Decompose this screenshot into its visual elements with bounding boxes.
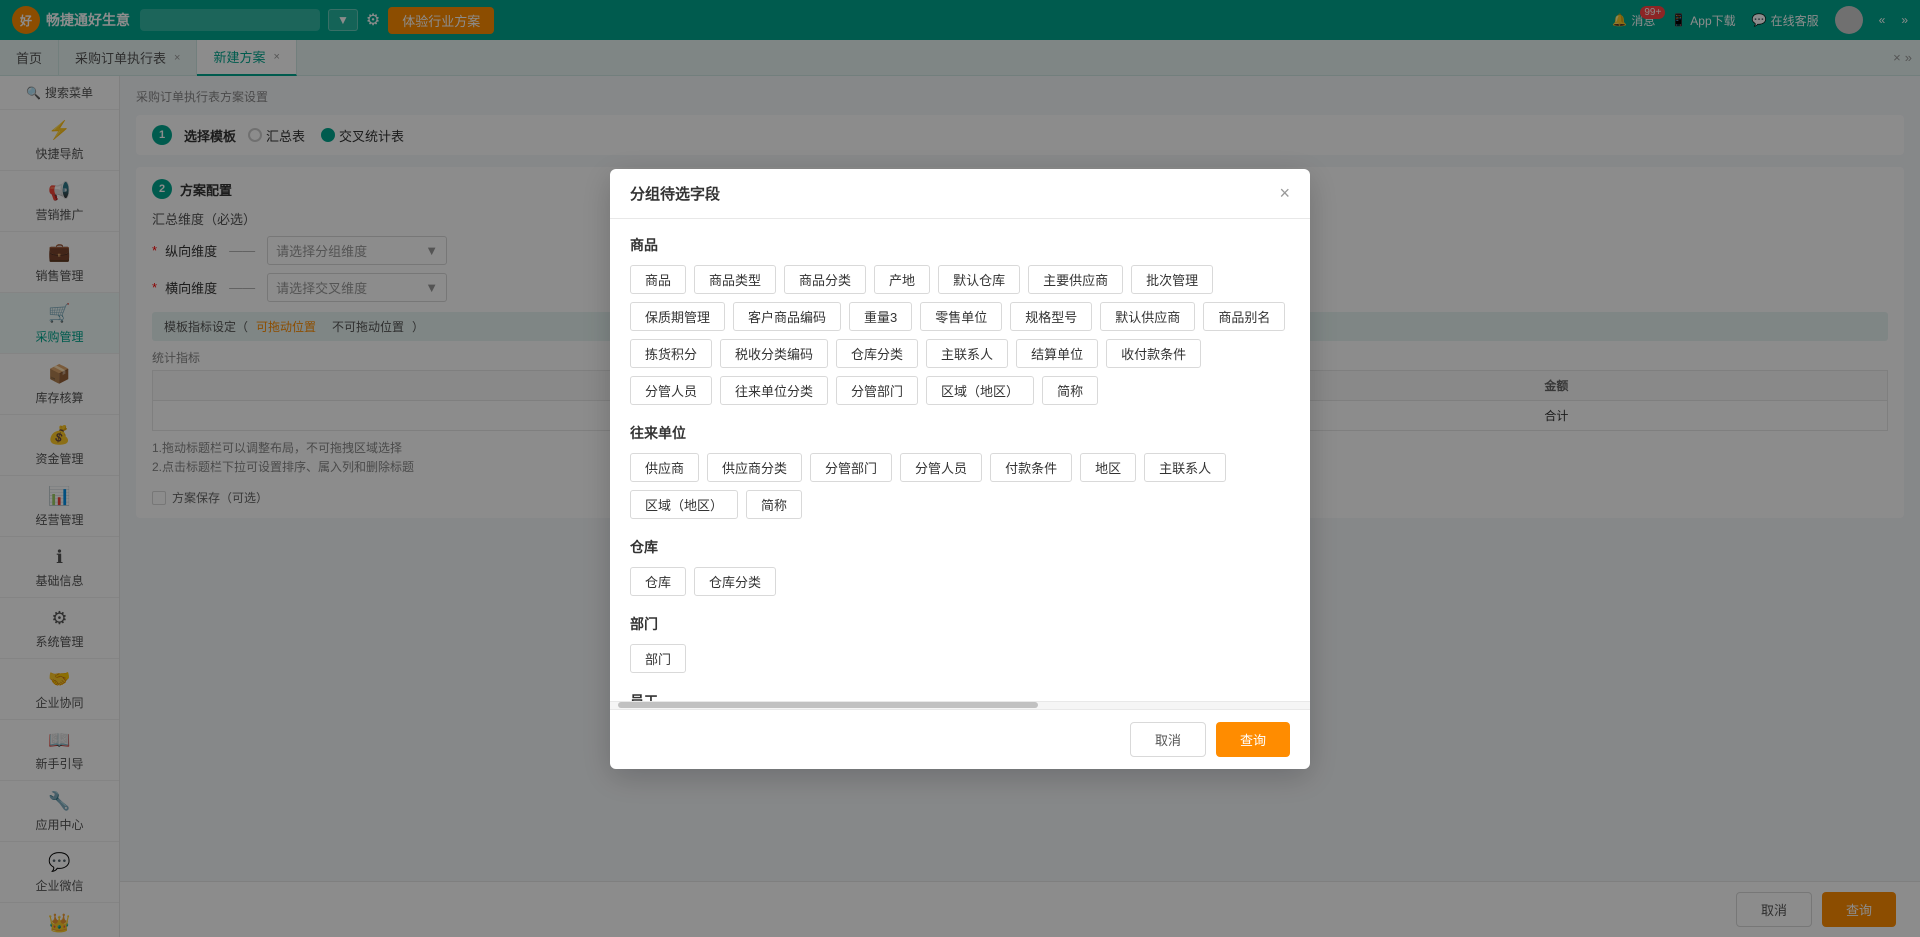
field-tags-warehouse: 仓库 仓库分类 bbox=[630, 567, 1290, 596]
field-group-partner: 往来单位 供应商 供应商分类 分管部门 分管人员 付款条件 地区 主联系人 区域… bbox=[630, 423, 1290, 519]
field-tag[interactable]: 供应商 bbox=[630, 453, 699, 482]
field-tag[interactable]: 地区 bbox=[1080, 453, 1136, 482]
field-tag[interactable]: 批次管理 bbox=[1131, 265, 1213, 294]
field-tag[interactable]: 简称 bbox=[746, 490, 802, 519]
field-tag[interactable]: 往来单位分类 bbox=[720, 376, 828, 405]
field-group-partner-title: 往来单位 bbox=[630, 423, 1290, 443]
modal-footer: 取消 查询 bbox=[610, 709, 1310, 769]
field-tag[interactable]: 拣货积分 bbox=[630, 339, 712, 368]
field-tag[interactable]: 付款条件 bbox=[990, 453, 1072, 482]
modal-confirm-button[interactable]: 查询 bbox=[1216, 722, 1290, 757]
field-group-department-title: 部门 bbox=[630, 614, 1290, 634]
field-tag[interactable]: 供应商分类 bbox=[707, 453, 802, 482]
field-tag[interactable]: 部门 bbox=[630, 644, 686, 673]
field-tag[interactable]: 商品分类 bbox=[784, 265, 866, 294]
field-tag[interactable]: 主联系人 bbox=[1144, 453, 1226, 482]
field-tags-product: 商品 商品类型 商品分类 产地 默认仓库 主要供应商 批次管理 保质期管理 客户… bbox=[630, 265, 1290, 405]
field-tag[interactable]: 分管部门 bbox=[836, 376, 918, 405]
field-tag[interactable]: 区域（地区） bbox=[630, 490, 738, 519]
field-tag[interactable]: 收付款条件 bbox=[1106, 339, 1201, 368]
modal-close-button[interactable]: × bbox=[1279, 183, 1290, 204]
field-tag[interactable]: 结算单位 bbox=[1016, 339, 1098, 368]
field-tag[interactable]: 主要供应商 bbox=[1028, 265, 1123, 294]
field-tags-department: 部门 bbox=[630, 644, 1290, 673]
field-group-warehouse: 仓库 仓库 仓库分类 bbox=[630, 537, 1290, 596]
field-tag[interactable]: 规格型号 bbox=[1010, 302, 1092, 331]
modal-hscrollbar[interactable] bbox=[610, 701, 1310, 708]
modal-cancel-button[interactable]: 取消 bbox=[1130, 722, 1206, 757]
field-tag[interactable]: 仓库 bbox=[630, 567, 686, 596]
field-group-department: 部门 部门 bbox=[630, 614, 1290, 673]
field-tag[interactable]: 默认供应商 bbox=[1100, 302, 1195, 331]
field-tag[interactable]: 商品 bbox=[630, 265, 686, 294]
field-tag[interactable]: 商品类型 bbox=[694, 265, 776, 294]
field-tag[interactable]: 分管人员 bbox=[900, 453, 982, 482]
modal-overlay: 分组待选字段 × 商品 商品 商品类型 商品分类 产地 默认仓库 主要供应商 批… bbox=[0, 0, 1920, 937]
modal-title: 分组待选字段 bbox=[630, 183, 720, 204]
field-tag[interactable]: 产地 bbox=[874, 265, 930, 294]
field-tag[interactable]: 税收分类编码 bbox=[720, 339, 828, 368]
field-tag[interactable]: 仓库分类 bbox=[694, 567, 776, 596]
field-tag[interactable]: 商品别名 bbox=[1203, 302, 1285, 331]
field-tag[interactable]: 默认仓库 bbox=[938, 265, 1020, 294]
field-tag[interactable]: 仓库分类 bbox=[836, 339, 918, 368]
field-tag[interactable]: 客户商品编码 bbox=[733, 302, 841, 331]
field-tag[interactable]: 区域（地区） bbox=[926, 376, 1034, 405]
field-tag[interactable]: 保质期管理 bbox=[630, 302, 725, 331]
modal: 分组待选字段 × 商品 商品 商品类型 商品分类 产地 默认仓库 主要供应商 批… bbox=[610, 169, 1310, 769]
field-group-product: 商品 商品 商品类型 商品分类 产地 默认仓库 主要供应商 批次管理 保质期管理… bbox=[630, 235, 1290, 405]
field-tag[interactable]: 分管部门 bbox=[810, 453, 892, 482]
hscroll-thumb[interactable] bbox=[618, 702, 1038, 708]
field-tag[interactable]: 分管人员 bbox=[630, 376, 712, 405]
modal-header: 分组待选字段 × bbox=[610, 169, 1310, 219]
field-tag[interactable]: 零售单位 bbox=[920, 302, 1002, 331]
field-tag[interactable]: 主联系人 bbox=[926, 339, 1008, 368]
field-group-product-title: 商品 bbox=[630, 235, 1290, 255]
field-tag[interactable]: 重量3 bbox=[849, 302, 912, 331]
modal-body: 商品 商品 商品类型 商品分类 产地 默认仓库 主要供应商 批次管理 保质期管理… bbox=[610, 219, 1310, 702]
field-group-employee-title: 员工 bbox=[630, 691, 1290, 702]
field-tags-partner: 供应商 供应商分类 分管部门 分管人员 付款条件 地区 主联系人 区域（地区） … bbox=[630, 453, 1290, 519]
field-group-warehouse-title: 仓库 bbox=[630, 537, 1290, 557]
field-group-employee: 员工 业务员 bbox=[630, 691, 1290, 702]
field-tag[interactable]: 简称 bbox=[1042, 376, 1098, 405]
